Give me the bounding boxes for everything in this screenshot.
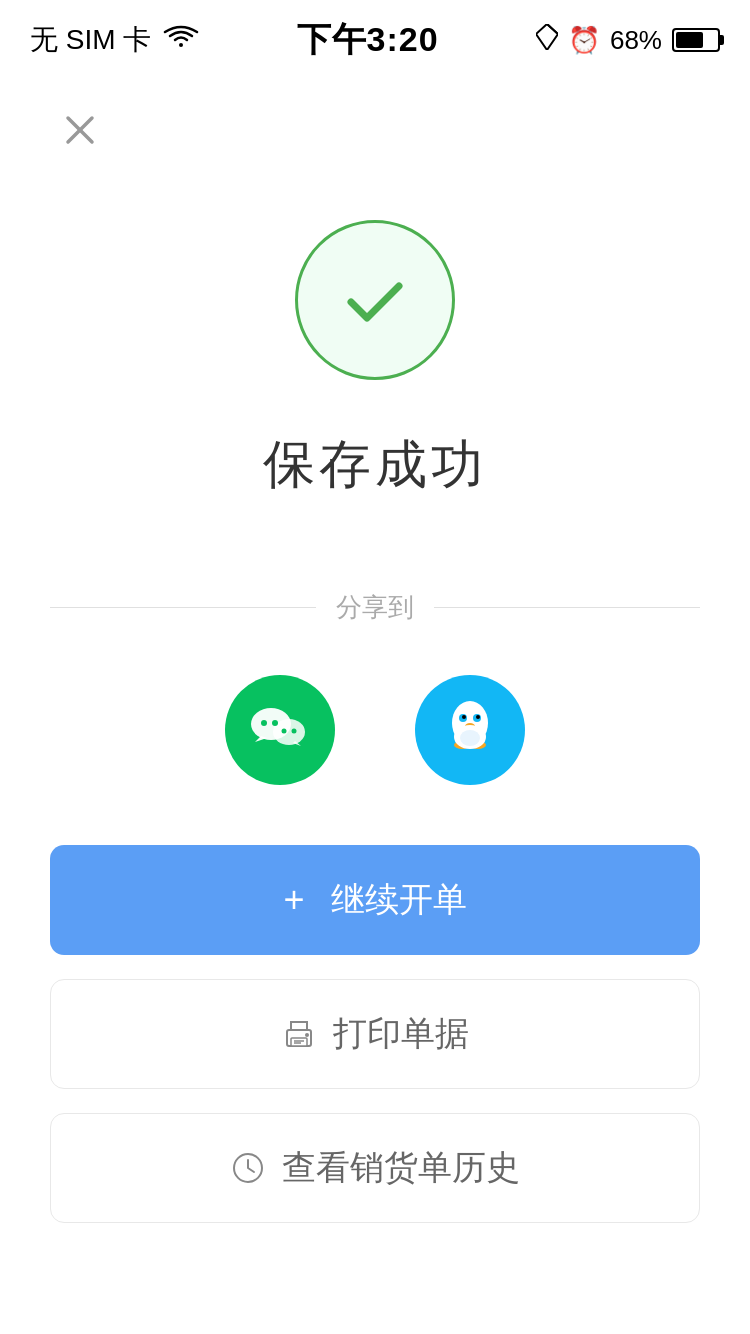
share-section: 分享到 xyxy=(50,560,700,835)
status-bar: 无 SIM 卡 下午3:20 ⏰ 68% xyxy=(0,0,750,80)
svg-point-17 xyxy=(460,730,480,746)
view-history-label: 查看销货单历史 xyxy=(282,1145,520,1191)
success-title: 保存成功 xyxy=(263,430,487,500)
print-receipt-button[interactable]: 打印单据 xyxy=(50,979,700,1089)
status-time: 下午3:20 xyxy=(297,17,439,63)
continue-order-label: 继续开单 xyxy=(331,877,467,923)
alarm-icon: ⏰ xyxy=(568,25,600,56)
battery-icon-container xyxy=(672,28,720,52)
svg-point-5 xyxy=(272,720,278,726)
location-icon xyxy=(536,24,558,57)
divider-left xyxy=(50,607,316,608)
plus-icon: + xyxy=(283,879,304,921)
success-circle xyxy=(295,220,455,380)
divider-right xyxy=(434,607,700,608)
svg-point-11 xyxy=(462,715,466,719)
success-section: 保存成功 xyxy=(50,180,700,560)
carrier-text: 无 SIM 卡 xyxy=(30,21,151,59)
battery-icon xyxy=(672,28,720,52)
share-divider: 分享到 xyxy=(50,590,700,625)
battery-text: 68% xyxy=(610,25,662,56)
svg-point-4 xyxy=(261,720,267,726)
action-buttons: + 继续开单 打印单据 xyxy=(50,835,700,1233)
printer-icon xyxy=(281,1016,317,1052)
svg-point-22 xyxy=(305,1033,309,1037)
continue-order-button[interactable]: + 继续开单 xyxy=(50,845,700,955)
svg-point-12 xyxy=(476,715,480,719)
share-icons xyxy=(50,675,700,785)
wifi-icon xyxy=(163,23,199,58)
history-icon xyxy=(230,1150,266,1186)
qq-share-button[interactable] xyxy=(415,675,525,785)
main-content: 保存成功 分享到 xyxy=(0,80,750,1253)
svg-rect-19 xyxy=(291,1038,307,1046)
status-left: 无 SIM 卡 xyxy=(30,21,199,59)
status-right: ⏰ 68% xyxy=(536,24,720,57)
view-history-button[interactable]: 查看销货单历史 xyxy=(50,1113,700,1223)
svg-point-7 xyxy=(292,729,297,734)
close-button[interactable] xyxy=(50,100,110,160)
wechat-share-button[interactable] xyxy=(225,675,335,785)
svg-point-6 xyxy=(282,729,287,734)
print-receipt-label: 打印单据 xyxy=(333,1011,469,1057)
share-label: 分享到 xyxy=(316,590,434,625)
battery-fill xyxy=(676,32,703,48)
